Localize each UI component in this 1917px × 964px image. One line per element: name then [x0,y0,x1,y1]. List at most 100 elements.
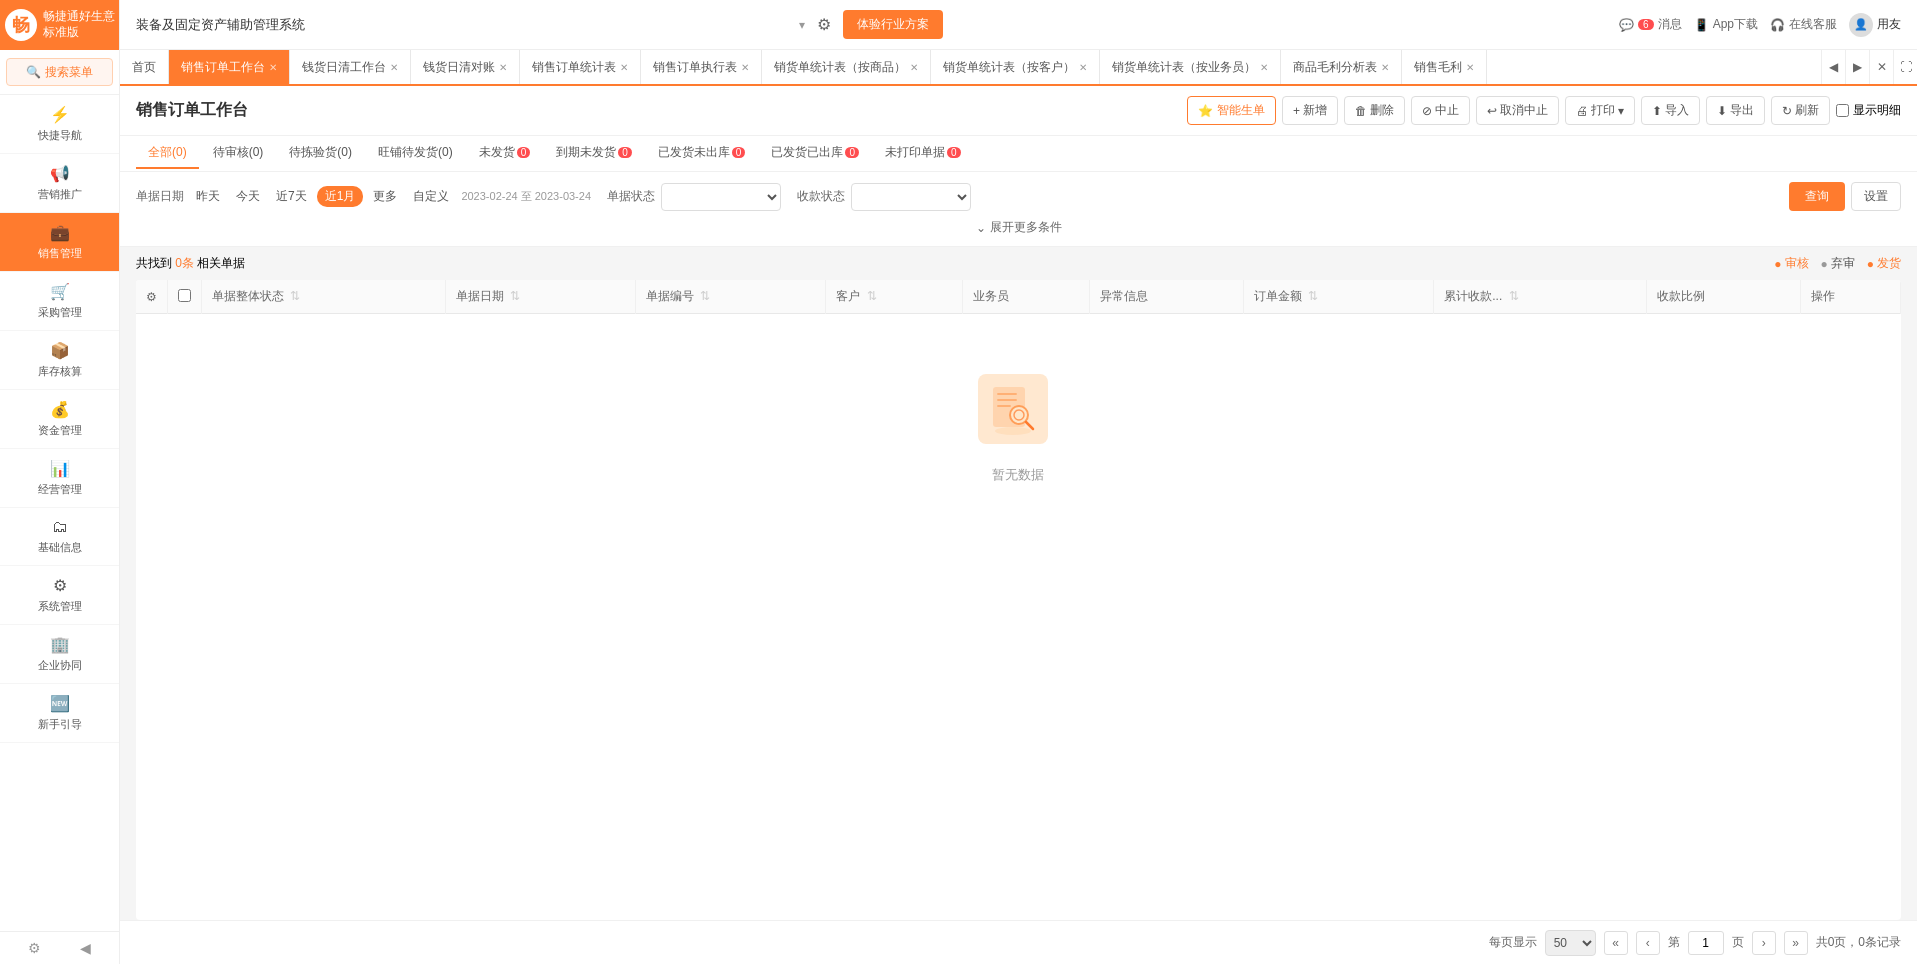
first-page-btn[interactable]: « [1604,931,1628,955]
filter-setting-button[interactable]: 设置 [1851,182,1901,211]
tab-maximize[interactable]: ⛶ [1893,50,1917,85]
tab-close-sales-stats-product[interactable]: ✕ [910,62,918,73]
table-checkbox-col[interactable] [168,280,202,314]
sort-icon-customer[interactable]: ⇅ [867,289,877,303]
last-page-btn[interactable]: » [1784,931,1808,955]
app-download-btn[interactable]: 📱 App下载 [1694,16,1758,33]
payment-filter-select[interactable] [851,183,971,211]
online-service-btn[interactable]: 🎧 在线客服 [1770,16,1837,33]
sidebar-settings-icon[interactable]: ⚙ [28,940,41,956]
search-menu-button[interactable]: 🔍 搜索菜单 [6,58,113,86]
industry-solution-button[interactable]: 体验行业方案 [843,10,943,39]
refresh-button[interactable]: ↻ 刷新 [1771,96,1830,125]
smart-create-button[interactable]: ⭐ 智能生单 [1187,96,1276,125]
sidebar-logo[interactable]: 畅 畅捷通好生意 标准版 [0,0,119,50]
tab-close-all[interactable]: ✕ [1869,50,1893,85]
table-settings-col[interactable]: ⚙ [136,280,168,314]
sub-tab-all[interactable]: 全部(0) [136,138,199,169]
sub-tab-pending-review[interactable]: 待审核(0) [201,138,276,169]
tab-sales-gross[interactable]: 销售毛利✕ [1402,50,1487,85]
sub-tab-overdue-not-shipped[interactable]: 到期未发货0 [544,138,644,169]
page-size-select[interactable]: 50 20 100 [1545,930,1596,956]
export-button[interactable]: ⬇ 导出 [1706,96,1765,125]
date-btn-近1月[interactable]: 近1月 [317,186,364,207]
sub-tab-not-shipped[interactable]: 未发货0 [467,138,543,169]
tab-close-sales-order-exec[interactable]: ✕ [741,62,749,73]
sidebar-item-guide[interactable]: 🆕 新手引导 [0,684,119,743]
tab-close-sales-order-workbench[interactable]: ✕ [269,62,277,73]
filter-row-1: 单据日期 昨天今天近7天近1月更多自定义 2023-02-24 至 2023-0… [136,182,1901,211]
tab-sales-stats-product[interactable]: 销货单统计表（按商品）✕ [762,50,931,85]
print-button[interactable]: 🖨 打印 ▾ [1565,96,1635,125]
show-detail-checkbox[interactable] [1836,104,1849,117]
query-button[interactable]: 查询 [1789,182,1845,211]
tab-sales-stats-staff[interactable]: 销货单统计表（按业务员）✕ [1100,50,1281,85]
sidebar-item-quick-nav[interactable]: ⚡ 快捷导航 [0,95,119,154]
ship-op-btn[interactable]: ● 发货 [1867,255,1901,272]
tab-close-sales-order-stats[interactable]: ✕ [620,62,628,73]
sort-icon-number[interactable]: ⇅ [700,289,710,303]
date-btn-今天[interactable]: 今天 [230,186,266,207]
tab-scroll-right[interactable]: ▶ [1845,50,1869,85]
date-btn-昨天[interactable]: 昨天 [190,186,226,207]
date-btn-近7天[interactable]: 近7天 [270,186,313,207]
tab-sales-order-workbench[interactable]: 销售订单工作台✕ [169,50,290,85]
sort-icon-amount[interactable]: ⇅ [1308,289,1318,303]
tab-close-cash-reconcile[interactable]: ✕ [499,62,507,73]
sort-icon-status[interactable]: ⇅ [290,289,300,303]
tab-close-sales-stats-customer[interactable]: ✕ [1079,62,1087,73]
tab-cash-daily[interactable]: 钱货日清工作台✕ [290,50,411,85]
next-page-btn[interactable]: › [1752,931,1776,955]
topbar-dropdown-icon[interactable]: ▾ [799,18,805,32]
tab-close-sales-gross[interactable]: ✕ [1466,62,1474,73]
sub-tab-pending-inspection[interactable]: 待拣验货(0) [277,138,364,169]
tab-sales-order-exec[interactable]: 销售订单执行表✕ [641,50,762,85]
cancel-stop-button[interactable]: ↩ 取消中止 [1476,96,1559,125]
tab-product-profit[interactable]: 商品毛利分析表✕ [1281,50,1402,85]
tab-close-product-profit[interactable]: ✕ [1381,62,1389,73]
sidebar-item-basic-info[interactable]: 🗂 基础信息 [0,508,119,566]
tab-close-sales-stats-staff[interactable]: ✕ [1260,62,1268,73]
sidebar-item-operations[interactable]: 📊 经营管理 [0,449,119,508]
topbar-settings-btn[interactable]: ⚙ [817,15,831,34]
sidebar-item-finance[interactable]: 💰 资金管理 [0,390,119,449]
sub-tab-shipped-not-out[interactable]: 已发货未出库0 [646,138,758,169]
sidebar-item-purchase[interactable]: 🛒 采购管理 [0,272,119,331]
page-number-input[interactable] [1688,931,1724,955]
stop-button[interactable]: ⊘ 中止 [1411,96,1470,125]
status-filter-select[interactable] [661,183,781,211]
sort-icon-collected[interactable]: ⇅ [1509,289,1519,303]
tab-sales-stats-customer[interactable]: 销货单统计表（按客户）✕ [931,50,1100,85]
sub-tabs: 全部(0)待审核(0)待拣验货(0)旺铺待发货(0)未发货0到期未发货0已发货未… [120,136,1917,172]
import-button[interactable]: ⬆ 导入 [1641,96,1700,125]
sidebar-item-enterprise[interactable]: 🏢 企业协同 [0,625,119,684]
sub-tab-not-printed[interactable]: 未打印单据0 [873,138,973,169]
expand-filter-btn[interactable]: ⌄ 展开更多条件 [976,219,1062,236]
sidebar-collapse-icon[interactable]: ◀ [80,940,91,956]
sidebar-item-inventory[interactable]: 📦 库存核算 [0,331,119,390]
sidebar-item-marketing[interactable]: 📢 营销推广 [0,154,119,213]
tab-sales-order-stats[interactable]: 销售订单统计表✕ [520,50,641,85]
sub-tab-shipped-out[interactable]: 已发货已出库0 [759,138,871,169]
message-btn[interactable]: 💬 6 消息 [1619,16,1682,33]
cancel-review-op-btn[interactable]: ● 弃审 [1821,255,1855,272]
tab-home[interactable]: 首页 [120,50,169,85]
user-menu[interactable]: 👤 用友 [1849,13,1901,37]
review-op-btn[interactable]: ● 审核 [1774,255,1808,272]
sidebar-item-sales[interactable]: 💼 销售管理 [0,213,119,272]
delete-button[interactable]: 🗑 删除 [1344,96,1405,125]
date-btn-更多[interactable]: 更多 [367,186,403,207]
sub-tab-wangpu-pending[interactable]: 旺铺待发货(0) [366,138,465,169]
add-button[interactable]: + 新增 [1282,96,1338,125]
tab-scroll-left[interactable]: ◀ [1821,50,1845,85]
date-btn-自定义[interactable]: 自定义 [407,186,455,207]
select-all-checkbox[interactable] [178,289,191,302]
show-detail-checkbox-label[interactable]: 显示明细 [1836,102,1901,119]
tab-cash-reconcile[interactable]: 钱货日清对账✕ [411,50,520,85]
orders-table: ⚙ 单据整体状态 ⇅ 单据日期 ⇅ 单据编号 ⇅ 客户 ⇅ 业务员 异常信息 订… [136,280,1901,544]
message-count-badge: 6 [1638,19,1654,30]
sidebar-item-system[interactable]: ⚙ 系统管理 [0,566,119,625]
prev-page-btn[interactable]: ‹ [1636,931,1660,955]
sort-icon-date[interactable]: ⇅ [510,289,520,303]
tab-close-cash-daily[interactable]: ✕ [390,62,398,73]
